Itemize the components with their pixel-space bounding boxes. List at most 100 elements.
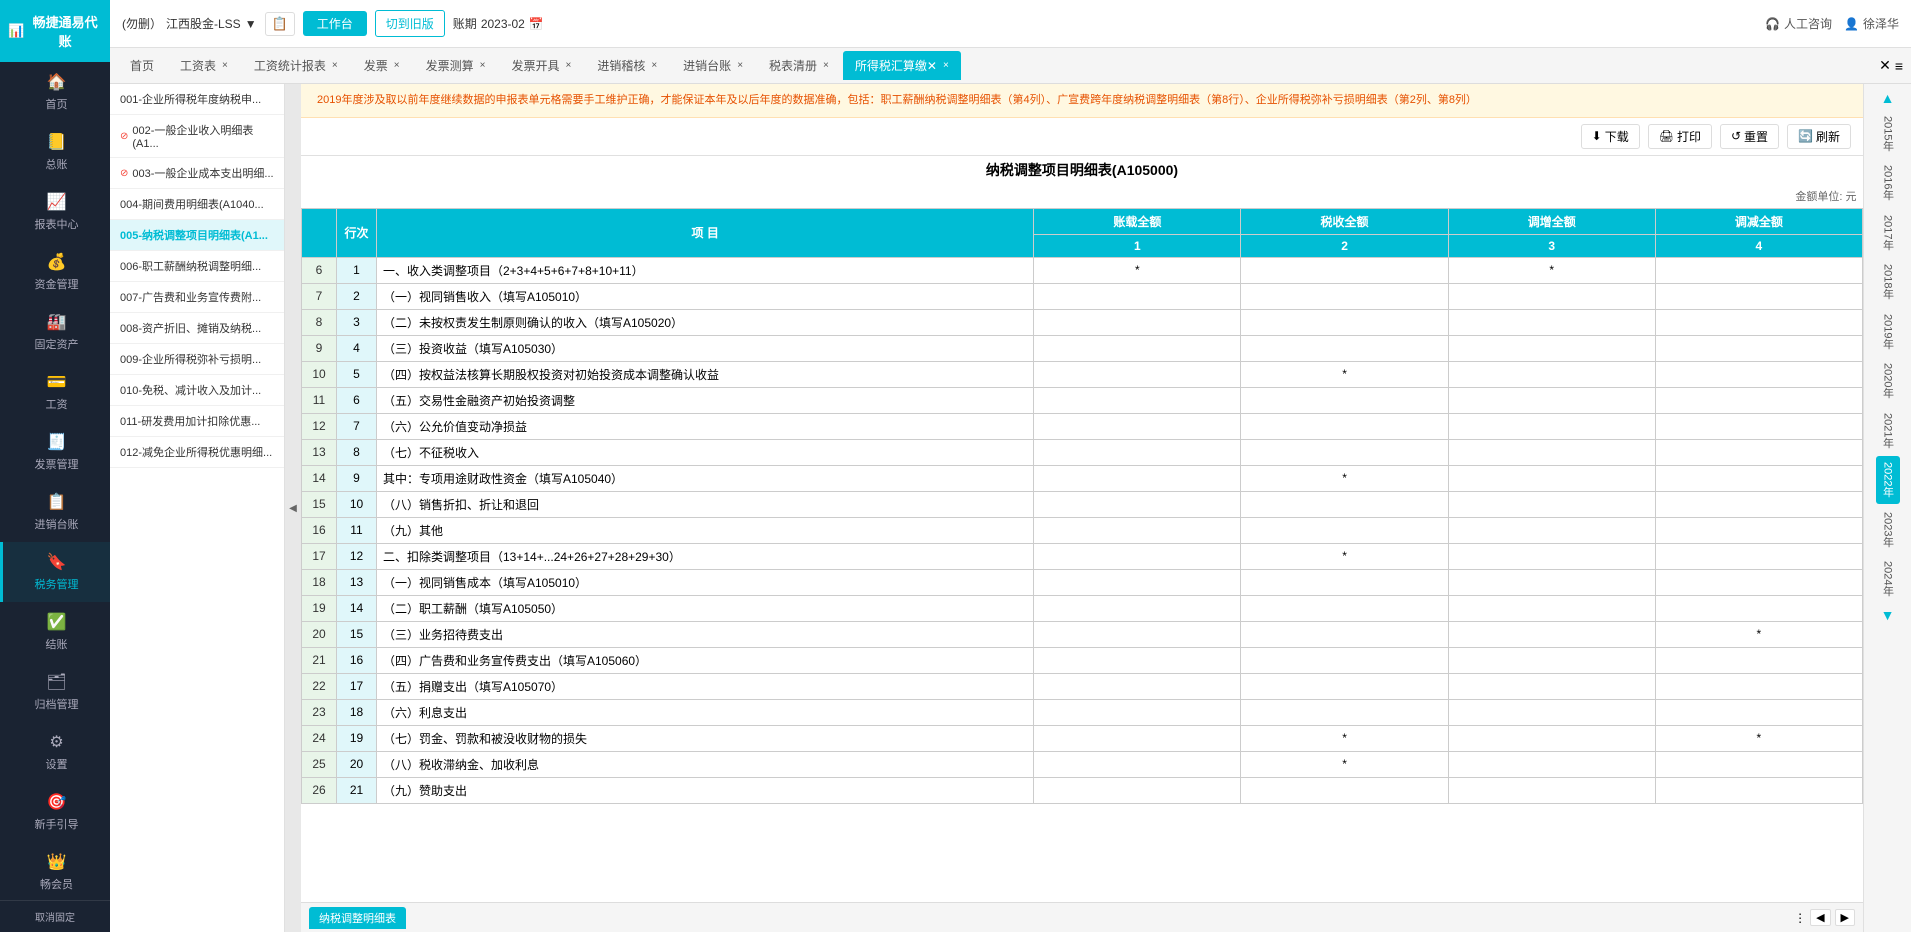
sidebar-item-invoice-mgmt[interactable]: 🧾发票管理 [0,422,110,482]
left-panel-item-002[interactable]: ⊘002-一般企业收入明细表(A1... [110,115,284,158]
col2-14[interactable] [1241,621,1448,647]
tab-close-6[interactable]: × [651,60,657,71]
table-container[interactable]: 纳税调整项目明细表(A105000) 金额单位: 元 行次 项 目 账载全额 税… [301,156,1863,903]
col4-5[interactable] [1655,387,1862,413]
sidebar-item-home[interactable]: 🏠首页 [0,62,110,122]
col4-13[interactable] [1655,595,1862,621]
left-panel-item-012[interactable]: 012-减免企业所得税优惠明细... [110,437,284,468]
col1-9[interactable] [1034,491,1241,517]
left-panel-item-010[interactable]: 010-免税、减计收入及加计... [110,375,284,406]
company-settings-button[interactable]: 📋 [265,12,295,36]
year-item-2024年[interactable]: 2024年 [1876,555,1900,602]
sidebar-item-ledger[interactable]: 📒总账 [0,122,110,182]
col4-8[interactable] [1655,465,1862,491]
tab-close-5[interactable]: × [565,60,571,71]
print-button[interactable]: 🖨 打印 [1648,124,1712,149]
col3-5[interactable] [1448,387,1655,413]
col4-4[interactable] [1655,361,1862,387]
col3-13[interactable] [1448,595,1655,621]
col1-10[interactable] [1034,517,1241,543]
company-selector[interactable]: (勿删） 江西股金-LSS ▼ [122,15,257,32]
col3-16[interactable] [1448,673,1655,699]
tab-close-2[interactable]: × [332,60,338,71]
sidebar-item-settings[interactable]: ⚙设置 [0,722,110,782]
col3-9[interactable] [1448,491,1655,517]
sidebar-item-payroll[interactable]: 💳工资 [0,362,110,422]
tab-5[interactable]: 发票开具× [499,51,583,80]
sidebar-item-tax-mgmt[interactable]: 🔖税务管理 [0,542,110,602]
col3-0[interactable]: * [1448,257,1655,283]
col3-4[interactable] [1448,361,1655,387]
col2-10[interactable] [1241,517,1448,543]
col1-0[interactable]: * [1034,257,1241,283]
left-panel-item-003[interactable]: ⊘003-一般企业成本支出明细... [110,158,284,189]
tab-9[interactable]: 所得税汇算缴✕× [843,51,961,80]
col1-20[interactable] [1034,777,1241,803]
col4-19[interactable] [1655,751,1862,777]
col1-3[interactable] [1034,335,1241,361]
left-panel-item-007[interactable]: 007-广告费和业务宣传费附... [110,282,284,313]
col3-19[interactable] [1448,751,1655,777]
sidebar-item-purchase-ledger[interactable]: 📋进销台账 [0,482,110,542]
col1-14[interactable] [1034,621,1241,647]
year-item-2020年[interactable]: 2020年 [1876,357,1900,404]
old-version-button[interactable]: 切到旧版 [375,10,445,37]
year-item-2021年[interactable]: 2021年 [1876,407,1900,454]
year-item-2022年[interactable]: 2022年 [1876,456,1900,503]
col2-11[interactable]: * [1241,543,1448,569]
left-panel-item-001[interactable]: 001-企业所得税年度纳税申... [110,84,284,115]
col4-11[interactable] [1655,543,1862,569]
customer-service[interactable]: 🎧 人工咨询 [1765,15,1832,32]
col3-6[interactable] [1448,413,1655,439]
col2-18[interactable]: * [1241,725,1448,751]
tab-close-all-button[interactable]: ✕ [1879,57,1891,74]
tab-menu-button[interactable]: ≡ [1895,57,1903,74]
col4-15[interactable] [1655,647,1862,673]
col4-6[interactable] [1655,413,1862,439]
sidebar-footer[interactable]: 取消固定 [0,900,110,932]
col2-5[interactable] [1241,387,1448,413]
tab-close-7[interactable]: × [737,60,743,71]
bottom-tab-item[interactable]: 纳税调整明细表 [309,907,406,929]
col4-14[interactable]: * [1655,621,1862,647]
download-button[interactable]: ⬇ 下载 [1581,124,1640,149]
left-panel-item-006[interactable]: 006-职工薪酬纳税调整明细... [110,251,284,282]
col2-8[interactable]: * [1241,465,1448,491]
col1-5[interactable] [1034,387,1241,413]
col2-16[interactable] [1241,673,1448,699]
col4-18[interactable]: * [1655,725,1862,751]
col4-10[interactable] [1655,517,1862,543]
col1-13[interactable] [1034,595,1241,621]
year-item-2015年[interactable]: 2015年 [1876,110,1900,157]
col3-10[interactable] [1448,517,1655,543]
col2-4[interactable]: * [1241,361,1448,387]
col2-6[interactable] [1241,413,1448,439]
col4-12[interactable] [1655,569,1862,595]
sidebar-item-settlement[interactable]: ✅结账 [0,602,110,662]
left-panel-item-011[interactable]: 011-研发费用加计扣除优惠... [110,406,284,437]
col2-9[interactable] [1241,491,1448,517]
col3-2[interactable] [1448,309,1655,335]
user-profile[interactable]: 👤 徐泽华 [1844,15,1899,32]
sidebar-item-member[interactable]: 👑畅会员 [0,842,110,900]
col1-19[interactable] [1034,751,1241,777]
col1-18[interactable] [1034,725,1241,751]
col4-20[interactable] [1655,777,1862,803]
col1-12[interactable] [1034,569,1241,595]
tab-1[interactable]: 工资表× [168,51,240,80]
panel-collapse-button[interactable]: ◀ [285,84,301,932]
col3-18[interactable] [1448,725,1655,751]
tab-close-9[interactable]: × [943,60,949,71]
col2-13[interactable] [1241,595,1448,621]
col2-3[interactable] [1241,335,1448,361]
col2-17[interactable] [1241,699,1448,725]
scroll-left-button[interactable]: ◀ [1810,909,1830,926]
col1-7[interactable] [1034,439,1241,465]
col4-3[interactable] [1655,335,1862,361]
col3-7[interactable] [1448,439,1655,465]
col3-1[interactable] [1448,283,1655,309]
col2-12[interactable] [1241,569,1448,595]
col3-20[interactable] [1448,777,1655,803]
col2-1[interactable] [1241,283,1448,309]
calendar-icon[interactable]: 📅 [529,17,544,31]
